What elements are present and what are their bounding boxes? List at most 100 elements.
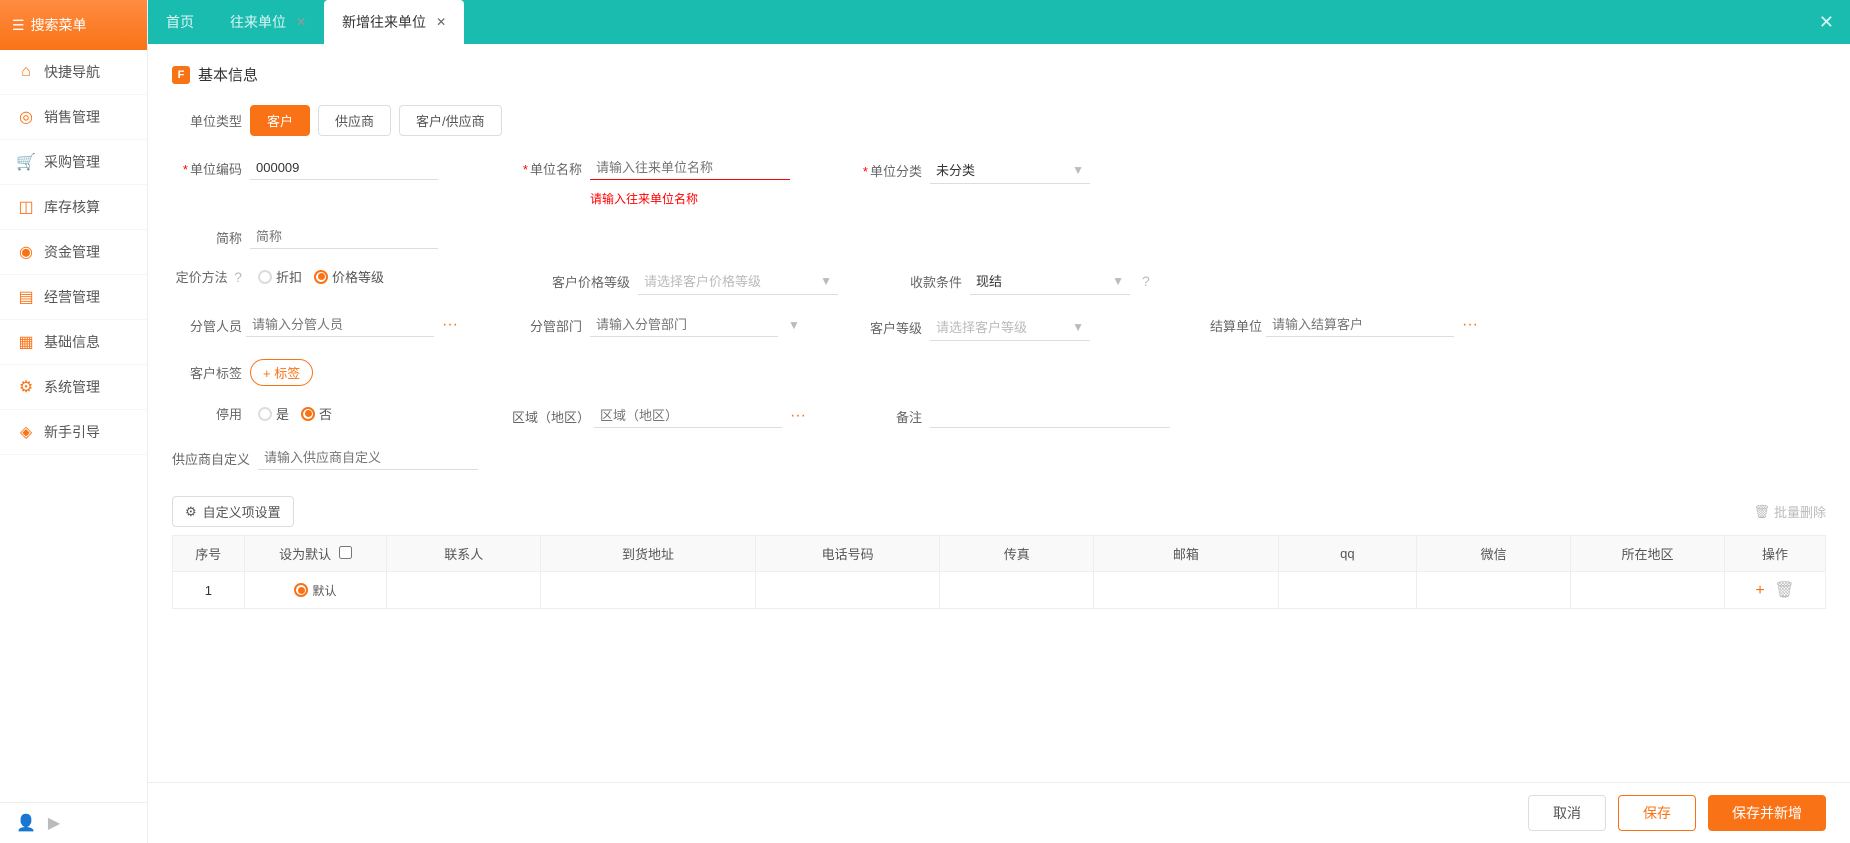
pricing-help-icon[interactable]: ? — [234, 269, 242, 285]
pricing-label: 定价方法 ? — [172, 267, 242, 286]
sidebar-search[interactable]: ☰ 搜索菜单 — [0, 0, 147, 50]
sidebar-item-sales[interactable]: ◎ 销售管理 — [0, 95, 147, 140]
pricing-discount[interactable]: 折扣 — [258, 267, 302, 286]
code-input[interactable] — [250, 156, 438, 180]
qq-input[interactable] — [1312, 583, 1382, 598]
price-level-arrow: ▼ — [820, 274, 832, 288]
price-level-select[interactable]: 请选择客户价格等级 ▼ — [638, 267, 838, 295]
sidebar-item-guide[interactable]: ◈ 新手引导 — [0, 410, 147, 455]
payment-select[interactable]: 现结 ▼ — [970, 267, 1130, 295]
manager-input[interactable] — [246, 313, 434, 337]
add-tag-button[interactable]: + 标签 — [250, 359, 313, 386]
pricing-field: 定价方法 ? 折扣 价格等级 — [172, 267, 552, 286]
settlement-input[interactable] — [1266, 313, 1454, 337]
pricing-price-level[interactable]: 价格等级 — [314, 267, 384, 286]
department-label: 分管部门 — [512, 316, 582, 335]
col-wechat: 微信 — [1417, 536, 1571, 572]
disable-yes[interactable]: 是 — [258, 404, 289, 423]
phone-input[interactable] — [798, 583, 898, 598]
region-more-btn[interactable]: ··· — [786, 407, 810, 425]
contact-input[interactable] — [424, 583, 504, 598]
tab-home[interactable]: 首页 — [148, 0, 212, 44]
custom-settings-button[interactable]: ⚙ 自定义项设置 — [172, 496, 294, 527]
tab-partners-close[interactable]: ✕ — [296, 15, 306, 29]
pricing-radio-group: 折扣 价格等级 — [258, 267, 384, 286]
row-default: 默认 — [244, 572, 387, 609]
window-close-button[interactable]: ✕ — [1803, 12, 1850, 33]
category-field: *单位分类 未分类 ▼ — [852, 156, 1212, 184]
form-footer: 取消 保存 保存并新增 — [148, 782, 1850, 843]
unit-type-label: 单位类型 — [172, 111, 242, 130]
payment-arrow: ▼ — [1112, 274, 1124, 288]
main-area: 首页 往来单位 ✕ 新增往来单位 ✕ ✕ F 基本信息 单位类型 客户 供应商 … — [148, 0, 1850, 843]
customer-level-select[interactable]: 请选择客户等级 ▼ — [930, 313, 1090, 341]
save-button[interactable]: 保存 — [1618, 795, 1696, 831]
unit-type-both[interactable]: 客户/供应商 — [399, 105, 502, 136]
email-input[interactable] — [1136, 583, 1236, 598]
department-field: 分管部门 ▼ — [512, 313, 852, 337]
payment-field: 收款条件 现结 ▼ ? — [892, 267, 1232, 295]
sidebar-item-label: 新手引导 — [44, 422, 100, 442]
sidebar-user-icon[interactable]: 👤 — [16, 813, 36, 833]
sales-icon: ◎ — [16, 107, 36, 127]
sidebar-item-finance[interactable]: ◉ 资金管理 — [0, 230, 147, 275]
disable-label: 停用 — [172, 404, 242, 423]
sidebar-item-label: 系统管理 — [44, 377, 100, 397]
row-delete-button[interactable]: 🗑 — [1771, 582, 1797, 599]
table-row: 1 默认 — [173, 572, 1826, 609]
row-add-button[interactable]: + — [1752, 582, 1767, 599]
disable-no[interactable]: 否 — [301, 404, 332, 423]
sidebar: ☰ 搜索菜单 ⌂ 快捷导航 ◎ 销售管理 🛒 采购管理 ◫ 库存核算 ◉ 资金管… — [0, 0, 148, 843]
settlement-label: 结算单位 — [1192, 316, 1262, 335]
sidebar-item-inventory[interactable]: ◫ 库存核算 — [0, 185, 147, 230]
pricing-row: 定价方法 ? 折扣 价格等级 客户价格等级 请选择客户价 — [172, 267, 1826, 295]
sidebar-item-basics[interactable]: ▦ 基础信息 — [0, 320, 147, 365]
manager-more-btn[interactable]: ··· — [438, 316, 462, 334]
name-input[interactable] — [590, 156, 790, 180]
col-seq: 序号 — [173, 536, 245, 572]
category-select[interactable]: 未分类 ▼ — [930, 156, 1090, 184]
unit-type-customer[interactable]: 客户 — [250, 105, 310, 136]
department-input[interactable] — [590, 313, 778, 337]
wechat-input[interactable] — [1454, 583, 1534, 598]
tab-new-partner[interactable]: 新增往来单位 ✕ — [324, 0, 464, 44]
unit-type-supplier[interactable]: 供应商 — [318, 105, 391, 136]
sidebar-item-operations[interactable]: ▤ 经营管理 — [0, 275, 147, 320]
tag-label: 客户标签 — [172, 363, 242, 382]
tag-row: 客户标签 + 标签 — [172, 359, 1826, 386]
supplier-custom-field: 供应商自定义 — [172, 446, 592, 470]
row-region-input[interactable] — [1607, 583, 1687, 598]
sidebar-search-label: 搜索菜单 — [31, 15, 87, 35]
name-error-tip: 请输入往来单位名称 — [590, 190, 698, 207]
region-input[interactable] — [594, 404, 782, 428]
short-name-input[interactable] — [250, 225, 438, 249]
sidebar-expand-icon[interactable]: ▶ — [48, 813, 60, 833]
price-level-label: 客户价格等级 — [552, 272, 630, 291]
settlement-more-btn[interactable]: ··· — [1458, 316, 1482, 334]
select-all-checkbox[interactable] — [339, 546, 352, 559]
fax-input[interactable] — [977, 583, 1057, 598]
address-input[interactable] — [588, 583, 708, 598]
bulk-delete-button[interactable]: 🗑 批量删除 — [1753, 502, 1826, 521]
tab-new-partner-close[interactable]: ✕ — [436, 15, 446, 29]
remark-input[interactable] — [930, 404, 1170, 428]
department-arrow: ▼ — [788, 318, 800, 332]
sidebar-item-quick-nav[interactable]: ⌂ 快捷导航 — [0, 50, 147, 95]
row-seq: 1 — [173, 572, 245, 609]
row-default-radio[interactable]: 默认 — [255, 582, 377, 599]
col-contact: 联系人 — [387, 536, 541, 572]
save-add-button[interactable]: 保存并新增 — [1708, 795, 1826, 831]
col-qq: qq — [1278, 536, 1417, 572]
cancel-button[interactable]: 取消 — [1528, 795, 1606, 831]
sidebar-item-purchase[interactable]: 🛒 采购管理 — [0, 140, 147, 185]
sidebar-item-system[interactable]: ⚙ 系统管理 — [0, 365, 147, 410]
tab-partners[interactable]: 往来单位 ✕ — [212, 0, 324, 44]
customer-level-arrow: ▼ — [1072, 320, 1084, 334]
purchase-icon: 🛒 — [16, 152, 36, 172]
manager-label: 分管人员 — [172, 316, 242, 335]
payment-value: 现结 — [976, 271, 1002, 290]
supplier-custom-input[interactable] — [258, 446, 478, 470]
payment-help-icon[interactable]: ? — [1142, 273, 1150, 289]
bulk-delete-label: 批量删除 — [1774, 502, 1826, 521]
row-phone — [755, 572, 939, 609]
